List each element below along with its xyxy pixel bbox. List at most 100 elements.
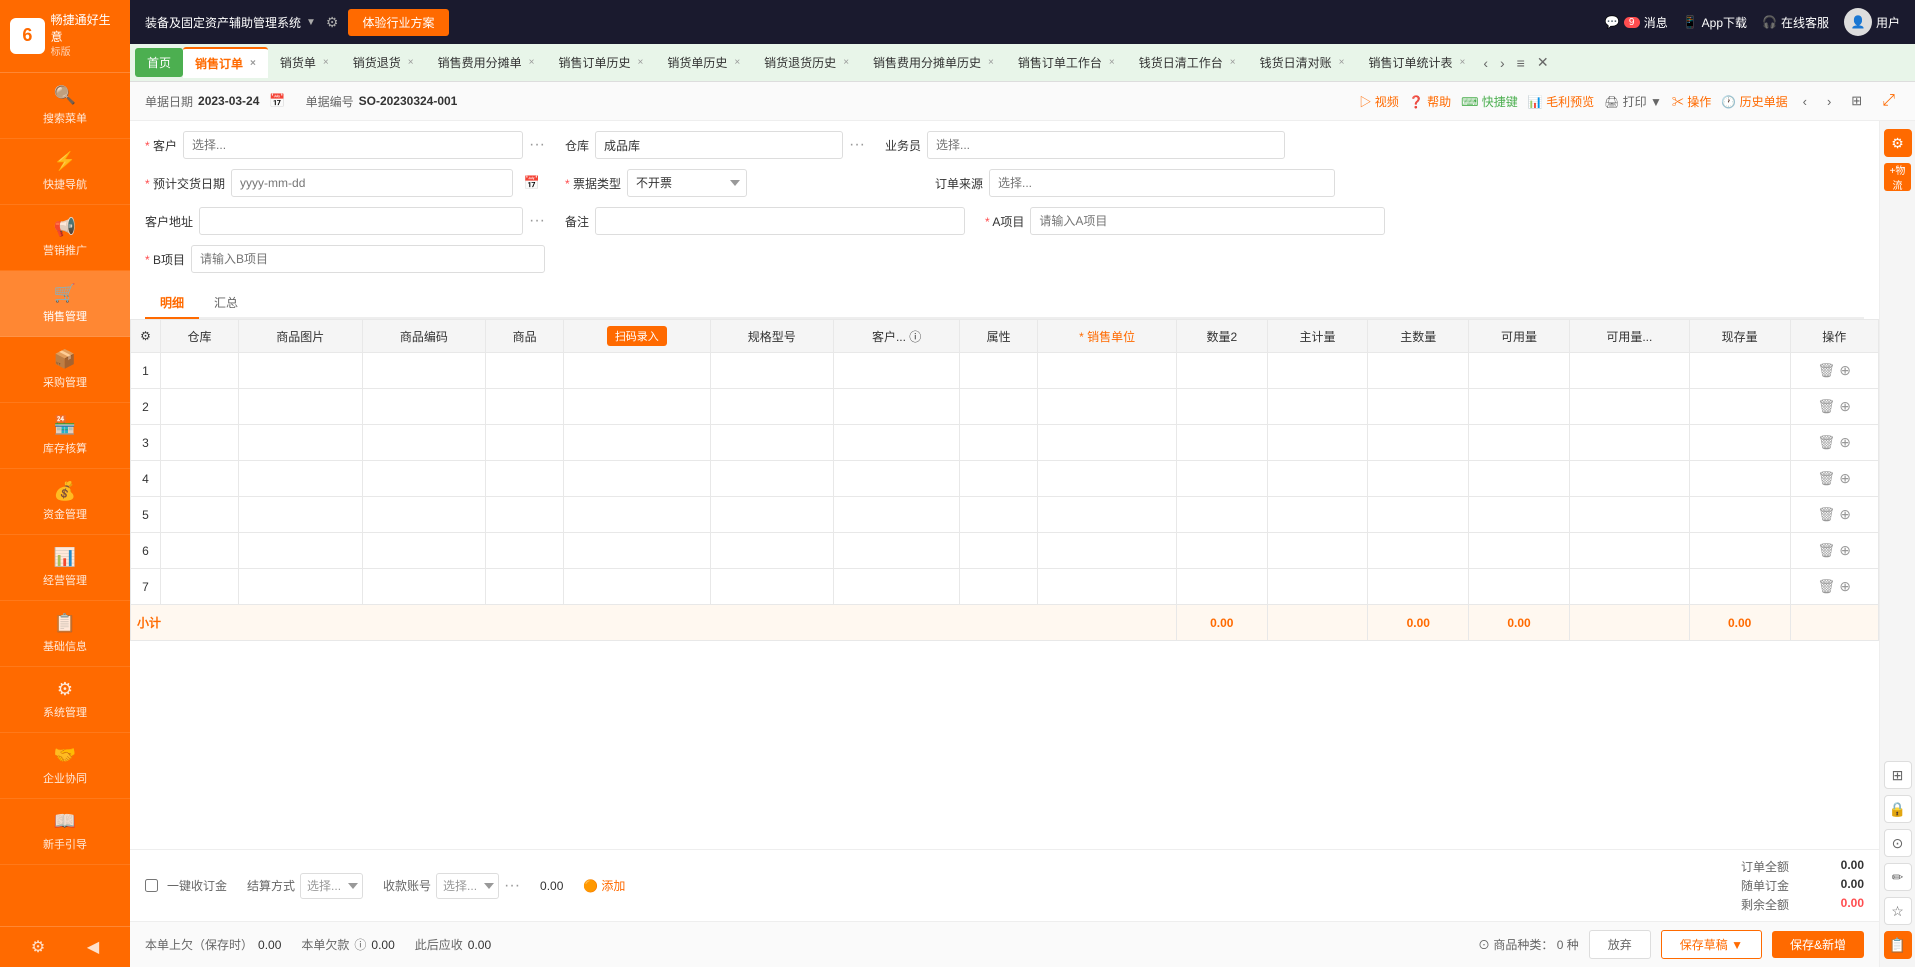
cell-main-qty-1[interactable] (1368, 353, 1469, 389)
a-project-input[interactable] (1030, 207, 1385, 235)
tab-close-sales-fee-history[interactable]: × (988, 57, 994, 68)
delete-row-btn-5[interactable]: 🗑 (1818, 506, 1836, 523)
cell-product-code-4[interactable] (362, 461, 486, 497)
cell-warehouse-2[interactable] (161, 389, 239, 425)
cell-product-7[interactable] (486, 569, 564, 605)
delivery-date-input[interactable] (231, 169, 513, 197)
payment-method-select[interactable]: 选择... (300, 873, 363, 899)
right-btn-5[interactable]: ☆ (1884, 897, 1912, 925)
right-btn-3[interactable]: ⊙ (1884, 829, 1912, 857)
add-material-btn[interactable]: +物流 (1884, 163, 1911, 191)
cell-product-code-5[interactable] (362, 497, 486, 533)
delete-row-btn-4[interactable]: 🗑 (1818, 470, 1836, 487)
cell-spec-4[interactable] (710, 461, 834, 497)
tab-sales-return-history[interactable]: 销货单历史× (655, 48, 752, 77)
scan-btn[interactable]: 扫码录入 (607, 326, 667, 346)
tab-sales-stat[interactable]: 销售订单统计表× (1356, 48, 1477, 77)
cell-sales-unit-2[interactable] (1038, 389, 1177, 425)
cell-qty2-2[interactable] (1176, 389, 1267, 425)
cell-product-4[interactable] (486, 461, 564, 497)
tab-sales-order-history[interactable]: 销售订单历史× (546, 48, 655, 77)
warehouse-input[interactable] (595, 131, 843, 159)
preview-btn[interactable]: ▷ 视频 (1359, 93, 1398, 110)
cell-sales-unit-3[interactable] (1038, 425, 1177, 461)
col-scan[interactable]: 扫码录入 (564, 320, 710, 353)
delete-row-btn-3[interactable]: 🗑 (1818, 434, 1836, 451)
cell-warehouse-7[interactable] (161, 569, 239, 605)
profit-preview-btn[interactable]: 📊 毛利预览 (1528, 93, 1594, 110)
tab-close-sales-return[interactable]: × (323, 57, 329, 68)
delete-row-btn-2[interactable]: 🗑 (1818, 398, 1836, 415)
operation-btn[interactable]: ✂ 操作 (1672, 93, 1711, 110)
cell-product-2[interactable] (486, 389, 564, 425)
tab-sales-refund-history[interactable]: 销货退货历史× (752, 48, 861, 77)
tab-close-sales-refund-history[interactable]: × (843, 57, 849, 68)
cell-attribute-7[interactable] (960, 569, 1038, 605)
tab-close-sales-stat[interactable]: × (1459, 57, 1465, 68)
cell-attribute-3[interactable] (960, 425, 1038, 461)
customer-input[interactable] (183, 131, 523, 159)
cell-qty2-3[interactable] (1176, 425, 1267, 461)
user-profile[interactable]: 👤 用户 (1844, 8, 1900, 36)
cell-product-code-6[interactable] (362, 533, 486, 569)
cell-spec-3[interactable] (710, 425, 834, 461)
b-project-input[interactable] (191, 245, 545, 273)
col-settings[interactable]: ⚙ (131, 320, 161, 353)
full-expand-icon[interactable]: ⤢ (1877, 90, 1900, 112)
note-input[interactable] (595, 207, 965, 235)
copy-row-btn-6[interactable]: ⊕ (1839, 542, 1851, 559)
cell-main-qty-3[interactable] (1368, 425, 1469, 461)
save-draft-btn[interactable]: 保存草稿 ▼ (1661, 930, 1762, 959)
sidebar-item-system[interactable]: ⚙ 系统管理 (0, 667, 130, 733)
cell-customer-code-4[interactable] (834, 461, 960, 497)
tab-cash-daily-reconcile[interactable]: 钱货日清对账× (1248, 48, 1357, 77)
print-btn[interactable]: 🖨 打印 ▼ (1604, 93, 1662, 110)
cell-spec-5[interactable] (710, 497, 834, 533)
tab-close-sales-order-workbench[interactable]: × (1109, 57, 1115, 68)
cell-warehouse-4[interactable] (161, 461, 239, 497)
bank-more-icon[interactable]: ··· (504, 877, 520, 895)
cell-attribute-1[interactable] (960, 353, 1038, 389)
customer-address-input[interactable] (199, 207, 523, 235)
cell-warehouse-1[interactable] (161, 353, 239, 389)
nav-next-icon[interactable]: › (1822, 92, 1836, 111)
copy-row-btn-3[interactable]: ⊕ (1839, 434, 1851, 451)
sidebar-item-guide[interactable]: 📖 新手引导 (0, 799, 130, 865)
delete-row-btn-1[interactable]: 🗑 (1818, 362, 1836, 379)
cell-sales-unit-6[interactable] (1038, 533, 1177, 569)
order-source-input[interactable] (989, 169, 1335, 197)
sidebar-settings-icon[interactable]: ⚙ (31, 937, 45, 957)
copy-row-btn-7[interactable]: ⊕ (1839, 578, 1851, 595)
sidebar-item-operation[interactable]: 📊 经营管理 (0, 535, 130, 601)
cell-customer-code-1[interactable] (834, 353, 960, 389)
sidebar-item-inventory[interactable]: 🏪 库存核算 (0, 403, 130, 469)
bank-account-select[interactable]: 选择... (436, 873, 499, 899)
tab-close-sales-fee-split[interactable]: × (529, 57, 535, 68)
delete-row-btn-7[interactable]: 🗑 (1818, 578, 1836, 595)
cell-product-code-3[interactable] (362, 425, 486, 461)
tab-close-all-btn[interactable]: ✕ (1531, 50, 1555, 75)
right-btn-6[interactable]: 📋 (1884, 931, 1912, 959)
cell-spec-2[interactable] (710, 389, 834, 425)
tab-close-sales-order-history[interactable]: × (637, 57, 643, 68)
tab-close-sales-order[interactable]: × (250, 58, 256, 69)
tab-close-sales-return-history[interactable]: × (734, 57, 740, 68)
cell-sales-unit-5[interactable] (1038, 497, 1177, 533)
cell-qty2-6[interactable] (1176, 533, 1267, 569)
tab-cash-daily-workbench[interactable]: 钱货日清工作台× (1127, 48, 1248, 77)
grid-view-icon[interactable]: ⊞ (1846, 91, 1867, 111)
tab-sales-fee-split[interactable]: 销售费用分摊单× (426, 48, 547, 77)
cell-spec-1[interactable] (710, 353, 834, 389)
sidebar-item-search[interactable]: 🔍 搜索菜单 (0, 73, 130, 139)
cell-customer-code-5[interactable] (834, 497, 960, 533)
one-click-checkbox[interactable] (145, 879, 158, 892)
cell-product-3[interactable] (486, 425, 564, 461)
tab-detail[interactable]: 明细 (145, 288, 199, 319)
cell-customer-code-3[interactable] (834, 425, 960, 461)
cell-main-qty-6[interactable] (1368, 533, 1469, 569)
tab-sales-fee-history[interactable]: 销售费用分摊单历史× (861, 48, 1006, 77)
cell-attribute-5[interactable] (960, 497, 1038, 533)
cell-product-code-2[interactable] (362, 389, 486, 425)
copy-row-btn-4[interactable]: ⊕ (1839, 470, 1851, 487)
help-btn[interactable]: ❓ 帮助 (1409, 93, 1451, 110)
